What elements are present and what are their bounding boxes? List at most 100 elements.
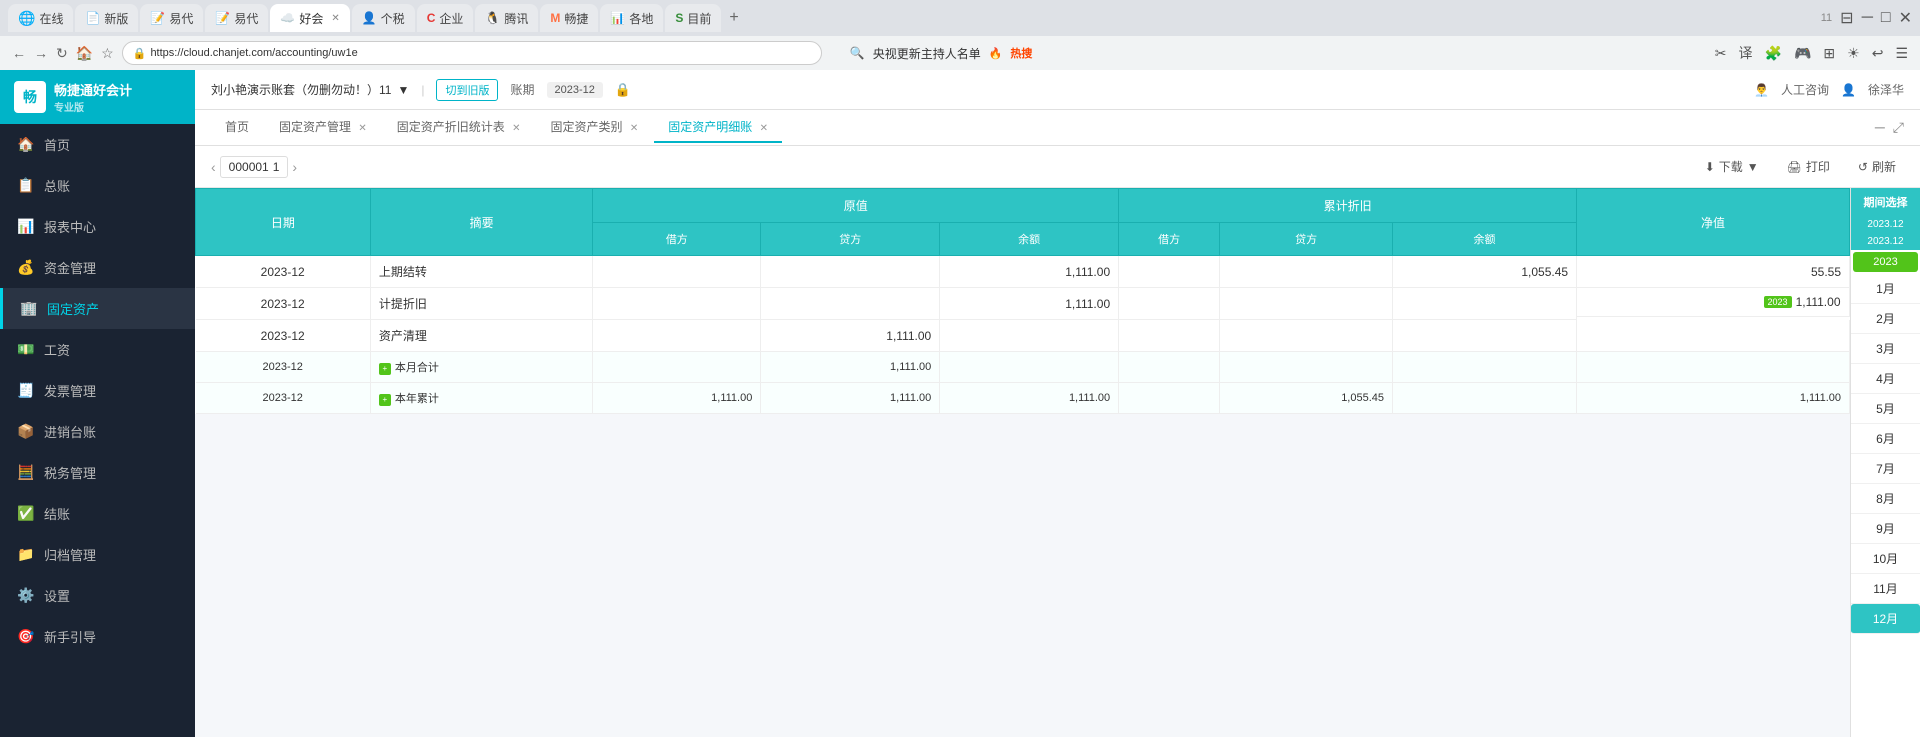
browser-tab-geshui[interactable]: 👤 个税	[352, 4, 415, 32]
cell-orig-debit	[593, 256, 761, 288]
sidebar-item-fixed-assets[interactable]: 🏢 固定资产	[0, 288, 195, 329]
sidebar-item-funds[interactable]: 💰 资金管理	[0, 247, 195, 288]
sidebar-item-home[interactable]: 🏠 首页	[0, 124, 195, 165]
hot-label: 热搜	[1010, 45, 1032, 61]
page-tabs: 首页 固定资产管理 ✕ 固定资产折旧统计表 ✕ 固定资产类别 ✕ 固定资产明细账…	[195, 110, 1920, 146]
data-table: 日期 摘要 原值 累计折旧 净值 借方 贷方 余额 借方 贷方 余额	[195, 188, 1850, 414]
close-period-icon: ✅	[18, 506, 34, 522]
browser-tab-online[interactable]: 🌐 在线	[8, 4, 73, 32]
forward-button[interactable]: →	[34, 45, 48, 61]
switch-version-button[interactable]: 切到旧版	[436, 79, 498, 101]
cell-depr-debit	[1119, 320, 1220, 352]
minimize-icon[interactable]: ─	[1862, 9, 1873, 27]
undo-icon[interactable]: ↩	[1872, 45, 1884, 62]
browser-tab-new[interactable]: 📄 新版	[75, 4, 138, 32]
extension-icon[interactable]: 🧩	[1765, 45, 1782, 62]
maximize-icon[interactable]: □	[1881, 9, 1891, 27]
refresh-button[interactable]: ↺ 刷新	[1850, 154, 1904, 179]
tab-asset-detail-ledger-close[interactable]: ✕	[760, 123, 768, 134]
service-label[interactable]: 人工咨询	[1781, 81, 1829, 98]
period-month-8[interactable]: 8月	[1851, 484, 1920, 514]
user-label[interactable]: 徐泽华	[1868, 81, 1904, 98]
browser-tab-changjie[interactable]: M 畅捷	[540, 4, 598, 32]
sidebar-menu: 🏠 首页 📋 总账 📊 报表中心 💰 资金管理 🏢 固定资产 💵 工资	[0, 124, 195, 737]
salary-icon: 💵	[18, 342, 34, 358]
home-icon: 🏠	[18, 137, 34, 153]
cell-orig-credit: 1,111.00	[761, 320, 940, 352]
period-month-3[interactable]: 3月	[1851, 334, 1920, 364]
translate-icon[interactable]: 译	[1739, 43, 1753, 63]
close-window-icon[interactable]: ✕	[1899, 8, 1912, 28]
cell-orig-credit: 1,111.00	[761, 383, 940, 414]
bookmark-button[interactable]: ☆	[101, 45, 114, 62]
menu-icon[interactable]: ☰	[1895, 45, 1908, 62]
tab-asset-detail-ledger[interactable]: 固定资产明细账 ✕	[654, 112, 782, 143]
browser-tab-yidai2[interactable]: 📝 易代	[205, 4, 268, 32]
back-button[interactable]: ←	[12, 45, 26, 61]
tab-expand-icon[interactable]: ⤢	[1893, 119, 1904, 136]
tab-minimize-icon[interactable]: ─	[1875, 119, 1885, 136]
browser-tab-muqian[interactable]: S 目前	[665, 4, 721, 32]
sidebar-item-invoice[interactable]: 🧾 发票管理	[0, 370, 195, 411]
sidebar-item-archive[interactable]: 📁 归档管理	[0, 534, 195, 575]
col-depr-credit: 贷方	[1220, 223, 1393, 256]
browser-tab-yidai1[interactable]: 📝 易代	[140, 4, 203, 32]
tab-list-icon[interactable]: ⊟	[1840, 8, 1853, 28]
sidebar-item-settings[interactable]: ⚙️ 设置	[0, 575, 195, 616]
browser-tab-tencent[interactable]: 🐧 腾讯	[475, 4, 538, 32]
next-record-button[interactable]: ›	[292, 159, 297, 175]
period-month-2[interactable]: 2月	[1851, 304, 1920, 334]
download-button[interactable]: ⬇ 下载 ▼	[1697, 154, 1767, 179]
tab-depreciation-stats[interactable]: 固定资产折旧统计表 ✕	[383, 112, 535, 143]
invoice-icon: 🧾	[18, 383, 34, 399]
browser-tab-qiye[interactable]: C 企业	[417, 4, 474, 32]
prev-record-button[interactable]: ‹	[211, 159, 216, 175]
period-month-10[interactable]: 10月	[1851, 544, 1920, 574]
col-date: 日期	[196, 189, 371, 256]
sidebar-item-salary[interactable]: 💵 工资	[0, 329, 195, 370]
lock-icon[interactable]: 🔒	[615, 82, 631, 98]
period-month-11[interactable]: 11月	[1851, 574, 1920, 604]
period-month-9[interactable]: 9月	[1851, 514, 1920, 544]
cell-depr-debit	[1119, 288, 1220, 320]
new-tab-button[interactable]: +	[723, 9, 744, 27]
tab-asset-category[interactable]: 固定资产类别 ✕	[536, 112, 652, 143]
browser-tab-gedi[interactable]: 📊 各地	[600, 4, 663, 32]
browser-tab-haohui[interactable]: ☁️ 好会 ✕	[270, 4, 349, 32]
sidebar-item-reports[interactable]: 📊 报表中心	[0, 206, 195, 247]
tab-fixed-assets-mgmt[interactable]: 固定资产管理 ✕	[265, 112, 381, 143]
period-month-7[interactable]: 7月	[1851, 454, 1920, 484]
sidebar-item-tax[interactable]: 🧮 税务管理	[0, 452, 195, 493]
scissors-icon[interactable]: ✂	[1715, 45, 1727, 62]
tab-home[interactable]: 首页	[211, 112, 263, 143]
period-month-5[interactable]: 5月	[1851, 394, 1920, 424]
logo-icon: 畅	[14, 81, 46, 113]
tab-depreciation-stats-close[interactable]: ✕	[512, 123, 520, 134]
sidebar-item-close-period[interactable]: ✅ 结账	[0, 493, 195, 534]
period-month-12[interactable]: 12月	[1851, 604, 1920, 634]
account-selector[interactable]: 刘小艳演示账套（勿删勿动！）11 ▼	[211, 81, 409, 98]
tab-asset-category-close[interactable]: ✕	[630, 123, 638, 134]
tab-bar-actions: 11 ⊟ ─ □ ✕	[1821, 8, 1912, 28]
game-icon[interactable]: 🎮	[1794, 45, 1811, 62]
guide-icon: 🎯	[18, 629, 34, 645]
tab-fixed-assets-mgmt-close[interactable]: ✕	[358, 123, 366, 134]
hot-icon: 🔥	[989, 47, 1003, 60]
period-month-6[interactable]: 6月	[1851, 424, 1920, 454]
browser-tab-close[interactable]: ✕	[331, 13, 339, 24]
home-button[interactable]: 🏠	[76, 45, 93, 62]
reload-button[interactable]: ↻	[56, 45, 68, 62]
sidebar-item-ledger[interactable]: 📋 总账	[0, 165, 195, 206]
cell-depr-credit: 1,055.45	[1220, 383, 1393, 414]
grid-icon[interactable]: ⊞	[1823, 45, 1835, 62]
cell-orig-debit: 1,111.00	[593, 383, 761, 414]
url-bar[interactable]: 🔒 https://cloud.chanjet.com/accounting/u…	[122, 41, 822, 65]
sidebar-item-purchase-sales[interactable]: 📦 进销台账	[0, 411, 195, 452]
period-month-4[interactable]: 4月	[1851, 364, 1920, 394]
sidebar-item-guide[interactable]: 🎯 新手引导	[0, 616, 195, 657]
sidebar-label-purchase-sales: 进销台账	[44, 422, 96, 441]
brightness-icon[interactable]: ☀	[1847, 45, 1860, 62]
period-year[interactable]: 2023	[1853, 252, 1918, 272]
print-button[interactable]: 🖨 打印	[1779, 154, 1838, 179]
period-month-1[interactable]: 1月	[1851, 274, 1920, 304]
